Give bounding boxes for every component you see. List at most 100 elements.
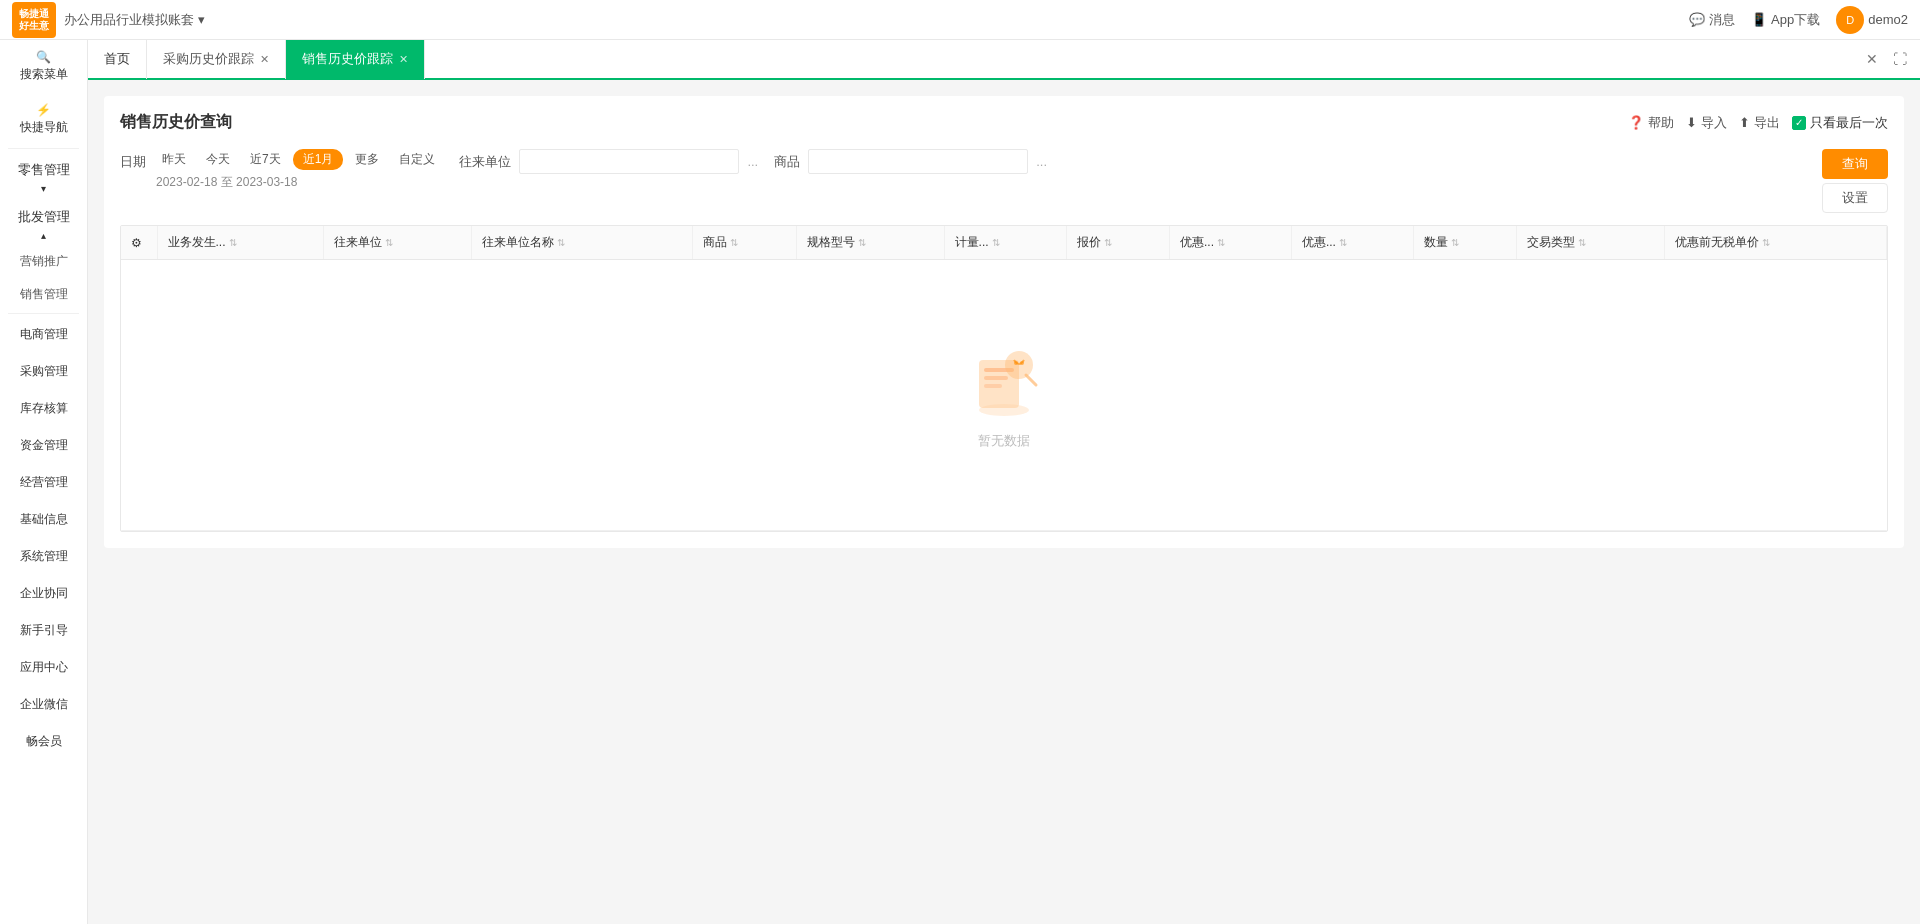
table-container: ⚙ 业务发生...⇅ 往来单位⇅ 往来单位名称⇅ xyxy=(120,225,1888,532)
main-card: 销售历史价查询 ❓ 帮助 ⬇ 导入 ⬆ 导出 xyxy=(104,96,1904,548)
empty-state: 暂无数据 xyxy=(121,260,1887,530)
th-unit[interactable]: 计量...⇅ xyxy=(944,226,1066,260)
tab-sales-history-close[interactable]: ✕ xyxy=(399,53,408,66)
th-product[interactable]: 商品⇅ xyxy=(693,226,796,260)
sort-icon: ⇅ xyxy=(1762,237,1770,248)
export-btn[interactable]: ⬆ 导出 xyxy=(1739,114,1780,132)
tab-purchase-history-close[interactable]: ✕ xyxy=(260,53,269,66)
th-spec[interactable]: 规格型号⇅ xyxy=(796,226,944,260)
th-partner-name[interactable]: 往来单位名称⇅ xyxy=(471,226,693,260)
user-menu[interactable]: D demo2 xyxy=(1836,6,1908,34)
sidebar-item-enterprise[interactable]: 企业协同 xyxy=(0,575,87,612)
th-trade-type[interactable]: 交易类型⇅ xyxy=(1517,226,1665,260)
chevron-down-icon: ▾ xyxy=(41,183,46,194)
topbar-right: 💬 消息 📱 App下载 D demo2 xyxy=(1689,6,1908,34)
date-opt-custom[interactable]: 自定义 xyxy=(391,149,443,170)
sidebar-item-basic-info[interactable]: 基础信息 xyxy=(0,501,87,538)
search-icon: 🔍 xyxy=(36,50,51,64)
product-input-group: ... xyxy=(808,149,1047,174)
message-btn[interactable]: 💬 消息 xyxy=(1689,11,1735,29)
tab-purchase-history[interactable]: 采购历史价跟踪 ✕ xyxy=(147,40,286,79)
sidebar-item-wholesale[interactable]: 批发管理 ▴ xyxy=(0,198,87,245)
sidebar-item-ecommerce[interactable]: 电商管理 xyxy=(0,316,87,353)
maximize-btn[interactable]: ⛶ xyxy=(1888,47,1912,71)
user-name: demo2 xyxy=(1868,12,1908,27)
empty-text: 暂无数据 xyxy=(978,432,1030,450)
date-opt-7days[interactable]: 近7天 xyxy=(242,149,289,170)
tab-sales-history[interactable]: 销售历史价跟踪 ✕ xyxy=(286,40,425,79)
th-price[interactable]: 报价⇅ xyxy=(1066,226,1169,260)
date-opt-more[interactable]: 更多 xyxy=(347,149,387,170)
product-filter-group: 商品 ... xyxy=(774,149,1047,174)
table-head: ⚙ 业务发生...⇅ 往来单位⇅ 往来单位名称⇅ xyxy=(121,226,1887,260)
product-input[interactable] xyxy=(808,149,1028,174)
last-only-checkbox-group[interactable]: ✓ 只看最后一次 xyxy=(1792,114,1888,132)
partner-dots[interactable]: ... xyxy=(747,154,758,169)
th-gear[interactable]: ⚙ xyxy=(121,226,157,260)
import-btn[interactable]: ⬇ 导入 xyxy=(1686,114,1727,132)
sidebar-item-retail[interactable]: 零售管理 ▾ xyxy=(0,151,87,198)
content-area: 首页 采购历史价跟踪 ✕ 销售历史价跟踪 ✕ ✕ ⛶ 销售历史价查询 xyxy=(88,40,1920,924)
phone-icon: 📱 xyxy=(1751,12,1767,27)
sidebar-item-quick-nav[interactable]: ⚡ 快捷导航 xyxy=(0,93,87,146)
app-selector[interactable]: 办公用品行业模拟账套 ▾ xyxy=(64,11,205,29)
product-dots[interactable]: ... xyxy=(1036,154,1047,169)
sidebar-item-inventory[interactable]: 库存核算 xyxy=(0,390,87,427)
topbar: 畅捷通好生意 办公用品行业模拟账套 ▾ 💬 消息 📱 App下载 D demo2 xyxy=(0,0,1920,40)
th-discount1[interactable]: 优惠...⇅ xyxy=(1169,226,1291,260)
logo: 畅捷通好生意 xyxy=(12,2,56,38)
page-title: 销售历史价查询 xyxy=(120,112,232,133)
import-label: 导入 xyxy=(1701,114,1727,132)
th-pre-tax-price[interactable]: 优惠前无税单价⇅ xyxy=(1665,226,1887,260)
th-quantity[interactable]: 数量⇅ xyxy=(1413,226,1516,260)
date-options: 昨天 今天 近7天 近1月 更多 自定义 xyxy=(154,149,443,170)
query-button[interactable]: 查询 xyxy=(1822,149,1888,179)
tab-actions: ✕ ⛶ xyxy=(1860,47,1920,71)
partner-label: 往来单位 xyxy=(459,149,511,171)
message-icon: 💬 xyxy=(1689,12,1705,27)
sort-icon: ⇅ xyxy=(1578,237,1586,248)
sidebar-item-member[interactable]: 畅会员 xyxy=(0,723,87,760)
date-range: 2023-02-18 至 2023-03-18 xyxy=(154,174,443,191)
settings-button[interactable]: 设置 xyxy=(1822,183,1888,213)
tab-bar: 首页 采购历史价跟踪 ✕ 销售历史价跟踪 ✕ ✕ ⛶ xyxy=(88,40,1920,80)
nav-icon: ⚡ xyxy=(36,103,51,117)
sort-icon: ⇅ xyxy=(730,237,738,248)
date-opt-1month[interactable]: 近1月 xyxy=(293,149,344,170)
partner-input[interactable] xyxy=(519,149,739,174)
sort-icon: ⇅ xyxy=(557,237,565,248)
date-opt-today[interactable]: 今天 xyxy=(198,149,238,170)
sidebar-item-wechat[interactable]: 企业微信 xyxy=(0,686,87,723)
action-buttons: 查询 设置 xyxy=(1822,149,1888,213)
sidebar-item-marketing[interactable]: 营销推广 xyxy=(0,245,87,278)
topbar-left: 畅捷通好生意 办公用品行业模拟账套 ▾ xyxy=(12,2,205,38)
sidebar-item-purchase[interactable]: 采购管理 xyxy=(0,353,87,390)
tab-sales-history-label: 销售历史价跟踪 xyxy=(302,50,393,68)
sidebar-item-finance[interactable]: 资金管理 xyxy=(0,427,87,464)
svg-point-6 xyxy=(1014,361,1018,365)
close-window-btn[interactable]: ✕ xyxy=(1860,47,1884,71)
sidebar-item-search-menu[interactable]: 🔍 搜索菜单 xyxy=(0,40,87,93)
divider xyxy=(8,148,79,149)
last-only-checkbox[interactable]: ✓ xyxy=(1792,116,1806,130)
tab-home[interactable]: 首页 xyxy=(88,40,147,79)
sidebar-item-sales-mgmt[interactable]: 销售管理 xyxy=(0,278,87,311)
date-filter-group: 日期 昨天 今天 近7天 近1月 更多 自定义 2023-02-18 至 202… xyxy=(120,149,443,191)
help-btn[interactable]: ❓ 帮助 xyxy=(1628,114,1674,132)
tab-home-label: 首页 xyxy=(104,50,130,68)
sidebar-item-guide[interactable]: 新手引导 xyxy=(0,612,87,649)
sidebar-item-app-center[interactable]: 应用中心 xyxy=(0,649,87,686)
th-discount2[interactable]: 优惠...⇅ xyxy=(1291,226,1413,260)
sort-icon: ⇅ xyxy=(229,237,237,248)
product-label: 商品 xyxy=(774,149,800,171)
page-title-bar: 销售历史价查询 ❓ 帮助 ⬇ 导入 ⬆ 导出 xyxy=(120,112,1888,133)
th-partner-code[interactable]: 往来单位⇅ xyxy=(323,226,471,260)
sidebar-item-system[interactable]: 系统管理 xyxy=(0,538,87,575)
empty-icon xyxy=(964,340,1044,420)
divider2 xyxy=(8,313,79,314)
filter-bar: 日期 昨天 今天 近7天 近1月 更多 自定义 2023-02-18 至 202… xyxy=(120,149,1888,213)
date-opt-yesterday[interactable]: 昨天 xyxy=(154,149,194,170)
app-download-btn[interactable]: 📱 App下载 xyxy=(1751,11,1820,29)
sidebar-item-operations[interactable]: 经营管理 xyxy=(0,464,87,501)
th-biz-date[interactable]: 业务发生...⇅ xyxy=(157,226,323,260)
